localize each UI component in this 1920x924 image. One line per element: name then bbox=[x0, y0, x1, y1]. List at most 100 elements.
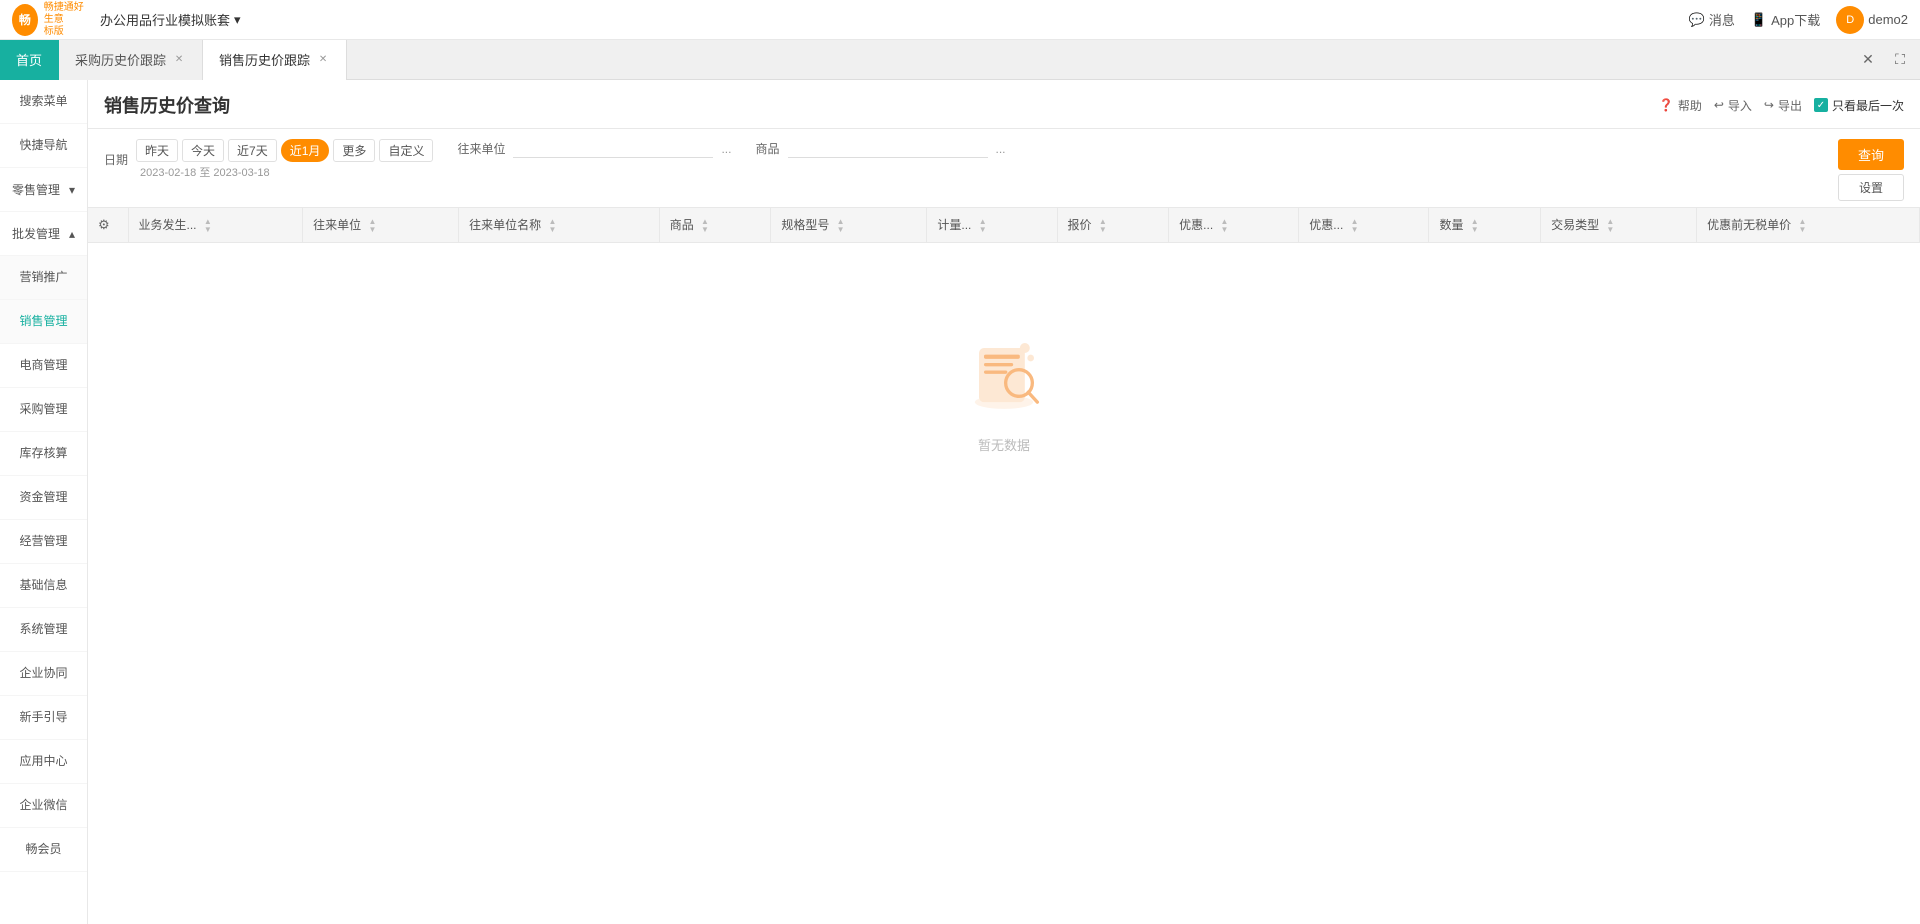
empty-state: 暂无数据 bbox=[88, 243, 1920, 534]
col-gear[interactable]: ⚙ bbox=[88, 208, 128, 242]
sidebar-item-quick-nav[interactable]: 快捷导航 bbox=[0, 124, 87, 168]
sort-icon: ▲▼ bbox=[204, 218, 212, 234]
sidebar-item-purchase[interactable]: 采购管理 bbox=[0, 388, 87, 432]
checkbox-checked-icon: ✓ bbox=[1814, 98, 1828, 112]
col-goods[interactable]: 商品 ▲▼ bbox=[659, 208, 771, 242]
industry-selector[interactable]: 办公用品行业模拟账套 ▾ bbox=[100, 10, 241, 29]
sidebar-item-sales-mgmt[interactable]: 销售管理 bbox=[0, 300, 87, 344]
close-all-tabs-button[interactable]: ✕ bbox=[1856, 48, 1880, 72]
gear-icon: ⚙ bbox=[98, 217, 110, 232]
date-btn-custom[interactable]: 自定义 bbox=[379, 139, 433, 162]
goods-dots[interactable]: ... bbox=[996, 142, 1006, 156]
date-btn-last7[interactable]: 近7天 bbox=[228, 139, 277, 162]
filter-bar: 日期 昨天 今天 近7天 近1月 更多 自定义 2023-02-18 至 202… bbox=[88, 129, 1920, 208]
partner-label: 往来单位 bbox=[457, 140, 505, 157]
date-btn-today[interactable]: 今天 bbox=[182, 139, 224, 162]
col-spec[interactable]: 规格型号 ▲▼ bbox=[771, 208, 927, 242]
sidebar-item-wechat[interactable]: 企业微信 bbox=[0, 784, 87, 828]
sort-icon: ▲▼ bbox=[1606, 218, 1614, 234]
partner-dots[interactable]: ... bbox=[721, 142, 731, 156]
tab-home[interactable]: 首页 bbox=[0, 40, 59, 80]
export-icon: ↪ bbox=[1764, 98, 1774, 112]
last-only-checkbox[interactable]: ✓ 只看最后一次 bbox=[1814, 97, 1904, 114]
col-partner-name[interactable]: 往来单位名称 ▲▼ bbox=[459, 208, 660, 242]
import-button[interactable]: ↩ 导入 bbox=[1714, 97, 1752, 114]
avatar: D bbox=[1836, 6, 1864, 34]
close-sales-tab-icon[interactable]: ✕ bbox=[316, 53, 330, 67]
partner-input[interactable] bbox=[513, 139, 713, 158]
sidebar-item-search-menu[interactable]: 搜索菜单 bbox=[0, 80, 87, 124]
goods-input[interactable] bbox=[788, 139, 988, 158]
sidebar-item-system[interactable]: 系统管理 bbox=[0, 608, 87, 652]
sort-icon: ▲▼ bbox=[701, 218, 709, 234]
sidebar-item-member[interactable]: 畅会员 bbox=[0, 828, 87, 872]
date-btn-last1m[interactable]: 近1月 bbox=[281, 139, 330, 162]
col-biz-date[interactable]: 业务发生... ▲▼ bbox=[128, 208, 303, 242]
page-title-row: 销售历史价查询 ❓ 帮助 ↩ 导入 ↪ 导出 ✓ bbox=[104, 92, 1904, 118]
col-discount2[interactable]: 优惠... ▲▼ bbox=[1299, 208, 1429, 242]
date-btn-more[interactable]: 更多 bbox=[333, 139, 375, 162]
logo-area: 畅 畅捷通好生意 标版 bbox=[12, 2, 92, 38]
col-trade-type[interactable]: 交易类型 ▲▼ bbox=[1541, 208, 1697, 242]
date-buttons: 昨天 今天 近7天 近1月 更多 自定义 bbox=[136, 139, 433, 162]
close-purchase-tab-icon[interactable]: ✕ bbox=[172, 53, 186, 67]
help-button[interactable]: ❓ 帮助 bbox=[1659, 97, 1702, 114]
main-layout: 搜索菜单 快捷导航 零售管理 ▾ 批发管理 ▴ 营销推广 销售管理 电商管理 采… bbox=[0, 80, 1920, 924]
sidebar-item-inventory[interactable]: 库存核算 bbox=[0, 432, 87, 476]
sidebar-item-enterprise[interactable]: 企业协同 bbox=[0, 652, 87, 696]
sidebar-item-finance[interactable]: 资金管理 bbox=[0, 476, 87, 520]
sidebar-item-operations[interactable]: 经营管理 bbox=[0, 520, 87, 564]
tab-sales-history[interactable]: 销售历史价跟踪 ✕ bbox=[203, 40, 347, 80]
sidebar-item-basic-info[interactable]: 基础信息 bbox=[0, 564, 87, 608]
app-icon: 📱 bbox=[1751, 12, 1767, 28]
fullscreen-button[interactable]: ⛶ bbox=[1888, 48, 1912, 72]
table-container: ⚙ 业务发生... ▲▼ 往来单位 ▲▼ 往来单位名称 ▲▼ bbox=[88, 208, 1920, 924]
partner-filter-group: 往来单位 ... bbox=[457, 139, 731, 158]
tabbar: 首页 采购历史价跟踪 ✕ 销售历史价跟踪 ✕ ✕ ⛶ bbox=[0, 40, 1920, 80]
app-download-button[interactable]: 📱 App下载 bbox=[1751, 10, 1820, 29]
message-button[interactable]: 💬 消息 bbox=[1689, 10, 1735, 29]
export-button[interactable]: ↪ 导出 bbox=[1764, 97, 1802, 114]
sidebar-item-sales-promo[interactable]: 营销推广 bbox=[0, 256, 87, 300]
col-unit[interactable]: 计量... ▲▼ bbox=[927, 208, 1057, 242]
sort-icon: ▲▼ bbox=[979, 218, 987, 234]
sort-icon: ▲▼ bbox=[837, 218, 845, 234]
date-btn-yesterday[interactable]: 昨天 bbox=[136, 139, 178, 162]
col-quote[interactable]: 报价 ▲▼ bbox=[1057, 208, 1169, 242]
sort-icon: ▲▼ bbox=[1799, 218, 1807, 234]
sidebar-item-wholesale-mgmt[interactable]: 批发管理 ▴ bbox=[0, 212, 87, 256]
tab-purchase-history-label: 采购历史价跟踪 bbox=[75, 50, 166, 69]
col-discount1[interactable]: 优惠... ▲▼ bbox=[1169, 208, 1299, 242]
tab-home-label: 首页 bbox=[16, 50, 42, 69]
import-icon: ↩ bbox=[1714, 98, 1724, 112]
tab-sales-history-label: 销售历史价跟踪 bbox=[219, 50, 310, 69]
col-pre-discount-price[interactable]: 优惠前无税单价 ▲▼ bbox=[1697, 208, 1920, 242]
col-partner-code[interactable]: 往来单位 ▲▼ bbox=[303, 208, 459, 242]
date-range-text: 2023-02-18 至 2023-03-18 bbox=[140, 164, 433, 180]
sidebar: 搜索菜单 快捷导航 零售管理 ▾ 批发管理 ▴ 营销推广 销售管理 电商管理 采… bbox=[0, 80, 88, 924]
settings-button[interactable]: 设置 bbox=[1838, 174, 1904, 201]
breadcrumb-label: 标版 bbox=[44, 26, 92, 38]
tabbar-actions: ✕ ⛶ bbox=[1856, 48, 1920, 72]
sidebar-item-ecommerce[interactable]: 电商管理 bbox=[0, 344, 87, 388]
tab-purchase-history[interactable]: 采购历史价跟踪 ✕ bbox=[59, 40, 203, 80]
page-actions: ❓ 帮助 ↩ 导入 ↪ 导出 ✓ 只看最后一次 bbox=[1659, 97, 1904, 114]
page-title: 销售历史价查询 bbox=[104, 92, 230, 118]
chevron-down-icon: ▾ bbox=[234, 12, 241, 28]
sort-icon: ▲▼ bbox=[1221, 218, 1229, 234]
logo-text: 畅捷通好生意 bbox=[44, 2, 92, 26]
sidebar-item-new-guide[interactable]: 新手引导 bbox=[0, 696, 87, 740]
goods-filter-group: 商品 ... bbox=[755, 139, 1005, 158]
empty-text: 暂无数据 bbox=[978, 435, 1030, 454]
goods-label: 商品 bbox=[755, 140, 779, 157]
sidebar-item-app-center[interactable]: 应用中心 bbox=[0, 740, 87, 784]
query-button[interactable]: 查询 bbox=[1838, 139, 1904, 170]
results-table: ⚙ 业务发生... ▲▼ 往来单位 ▲▼ 往来单位名称 ▲▼ bbox=[88, 208, 1920, 243]
sort-icon: ▲▼ bbox=[368, 218, 376, 234]
sidebar-item-retail-mgmt[interactable]: 零售管理 ▾ bbox=[0, 168, 87, 212]
chevron-up-icon: ▴ bbox=[69, 227, 75, 241]
col-qty[interactable]: 数量 ▲▼ bbox=[1429, 208, 1541, 242]
page-header: 销售历史价查询 ❓ 帮助 ↩ 导入 ↪ 导出 ✓ bbox=[88, 80, 1920, 129]
user-menu[interactable]: D demo2 bbox=[1836, 6, 1908, 34]
help-icon: ❓ bbox=[1659, 98, 1674, 112]
